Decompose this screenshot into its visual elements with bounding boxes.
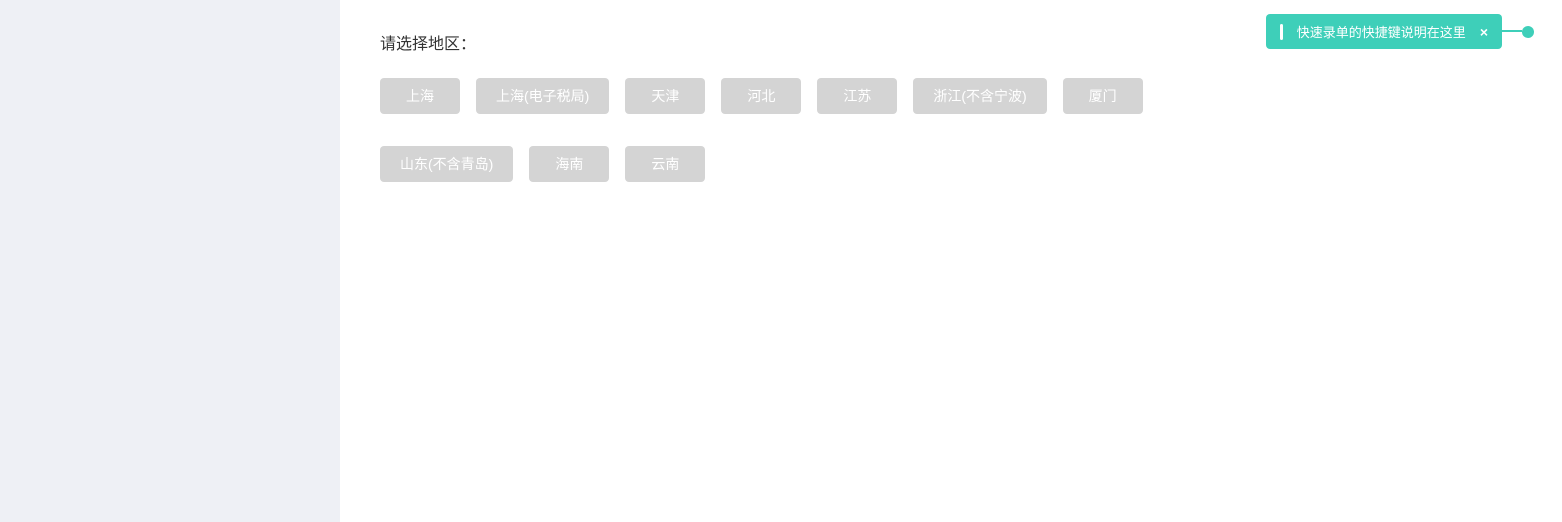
region-button-0[interactable]: 上海 xyxy=(380,78,460,114)
region-buttons-row1: 上海上海(电子税局) 天津河北江苏浙江(不含宁波) 厦门山东(不含青岛) 海南云南 xyxy=(380,78,1522,182)
main-content: 请选择地区： 上海上海(电子税局)天津河北江苏浙江(不含宁波)厦门山东(不含青岛… xyxy=(340,0,1562,522)
region-button-9[interactable]: 云南 xyxy=(625,146,705,182)
left-sidebar xyxy=(0,0,340,522)
tooltip-banner[interactable]: 快速录单的快捷键说明在这里 × xyxy=(1266,14,1502,49)
region-button-7[interactable]: 山东(不含青岛) xyxy=(380,146,513,182)
region-button-6[interactable]: 厦门 xyxy=(1063,78,1143,114)
region-button-2[interactable]: 天津 xyxy=(625,78,705,114)
tooltip-close-button[interactable]: × xyxy=(1480,24,1488,40)
region-button-1[interactable]: 上海(电子税局) xyxy=(476,78,609,114)
region-button-5[interactable]: 浙江(不含宁波) xyxy=(913,78,1046,114)
tooltip-text: 快速录单的快捷键说明在这里 xyxy=(1297,22,1466,41)
region-button-3[interactable]: 河北 xyxy=(721,78,801,114)
region-button-4[interactable]: 江苏 xyxy=(817,78,897,114)
region-button-8[interactable]: 海南 xyxy=(529,146,609,182)
tooltip-dot xyxy=(1522,26,1534,38)
tooltip-line xyxy=(1500,30,1522,32)
